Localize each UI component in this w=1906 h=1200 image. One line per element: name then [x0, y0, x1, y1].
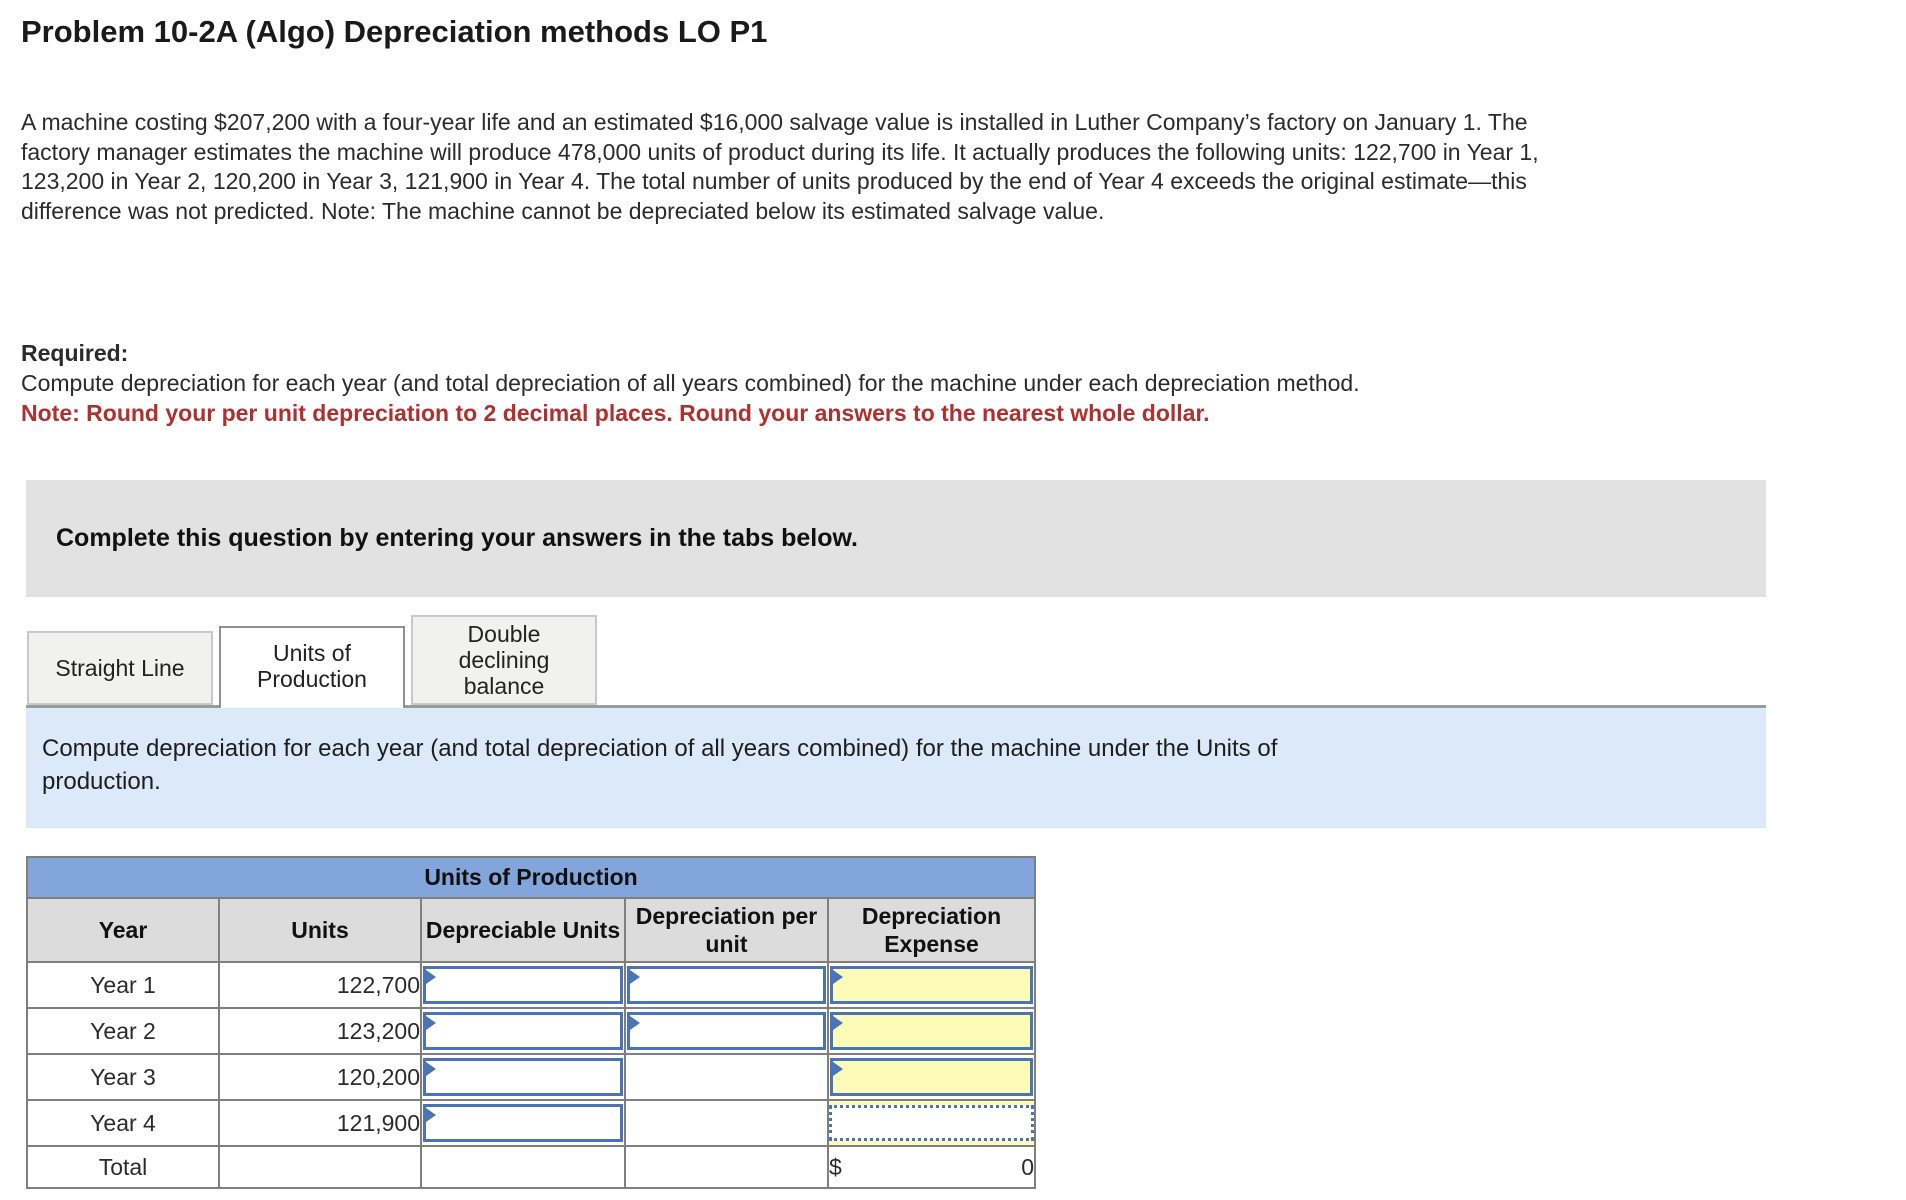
tab-straight-line[interactable]: Straight Line: [27, 631, 213, 705]
cell-flag-icon: [833, 970, 843, 984]
table-row-year-4: Year 4 121,900: [26, 1099, 1036, 1147]
col-header-depreciation-expense: Depreciation Expense: [827, 897, 1036, 963]
page-title: Problem 10-2A (Algo) Depreciation method…: [21, 14, 768, 49]
depreciable-units-input-year-4[interactable]: [423, 1104, 623, 1142]
cell-flag-icon: [833, 1062, 843, 1076]
depreciation-expense-input-year-1[interactable]: [830, 966, 1033, 1004]
cell-flag-icon: [426, 1108, 436, 1122]
table-title: Units of Production: [26, 856, 1036, 899]
tab-strip: Straight Line Units of Production Double…: [26, 615, 1766, 708]
table-title-row: Units of Production: [26, 856, 1036, 899]
depreciable-units-input-year-2[interactable]: [423, 1012, 623, 1050]
col-header-units: Units: [218, 897, 422, 963]
units-cell: 121,900: [218, 1099, 422, 1147]
depreciable-units-input-year-1[interactable]: [423, 966, 623, 1004]
problem-statement: A machine costing $207,200 with a four-y…: [21, 109, 1539, 224]
depreciation-per-unit-cell-year-3: [624, 1053, 829, 1101]
depreciation-expense-input-year-4[interactable]: [829, 1105, 1034, 1141]
depreciation-per-unit-input-year-1[interactable]: [627, 966, 826, 1004]
depreciable-units-input-year-3[interactable]: [423, 1058, 623, 1096]
units-of-production-table: Units of Production Year Units Depreciab…: [26, 856, 1036, 1189]
cell-flag-icon: [630, 970, 640, 984]
problem-page: Problem 10-2A (Algo) Depreciation method…: [21, 14, 1906, 1200]
instruction-banner: Complete this question by entering your …: [26, 480, 1766, 597]
tab-instruction-text: Compute depreciation for each year (and …: [42, 735, 1278, 795]
depreciation-per-unit-total-cell: [624, 1145, 829, 1189]
units-total-cell: [218, 1145, 422, 1189]
col-header-depreciable-units: Depreciable Units: [420, 897, 626, 963]
cell-flag-icon: [426, 970, 436, 984]
required-section: Required: Compute depreciation for each …: [21, 338, 1906, 428]
cell-flag-icon: [426, 1016, 436, 1030]
depreciation-expense-input-year-2[interactable]: [830, 1012, 1033, 1050]
required-label: Required:: [21, 340, 129, 366]
year-cell: Year 1: [26, 961, 220, 1009]
rounding-note: Note: Round your per unit depreciation t…: [21, 400, 1210, 426]
tab-units-of-production[interactable]: Units of Production: [219, 626, 405, 708]
cell-flag-icon: [630, 1016, 640, 1030]
year-cell: Year 4: [26, 1099, 220, 1147]
tab-double-declining-balance[interactable]: Double declining balance: [411, 615, 597, 705]
year-cell: Year 3: [26, 1053, 220, 1101]
units-cell: 123,200: [218, 1007, 422, 1055]
cell-flag-icon: [426, 1062, 436, 1076]
year-cell: Year 2: [26, 1007, 220, 1055]
depreciation-per-unit-input-year-2[interactable]: [627, 1012, 826, 1050]
table-header-row: Year Units Depreciable Units Depreciatio…: [26, 897, 1036, 963]
required-text: Compute depreciation for each year (and …: [21, 370, 1360, 396]
tab-instruction-box: Compute depreciation for each year (and …: [26, 708, 1766, 828]
col-header-depreciation-per-unit: Depreciation per unit: [624, 897, 829, 963]
table-row-total: Total $ 0: [26, 1145, 1036, 1189]
cell-flag-icon: [833, 1016, 843, 1030]
col-header-year: Year: [26, 897, 220, 963]
table-row-year-3: Year 3 120,200: [26, 1053, 1036, 1101]
depreciable-units-total-cell: [420, 1145, 626, 1189]
currency-symbol: $: [829, 1154, 842, 1180]
depreciation-per-unit-cell-year-4: [624, 1099, 829, 1147]
depreciation-expense-input-year-3[interactable]: [830, 1058, 1033, 1096]
units-cell: 122,700: [218, 961, 422, 1009]
depreciation-expense-total-cell: $ 0: [827, 1145, 1036, 1189]
total-expense-value: 0: [1021, 1154, 1034, 1180]
units-cell: 120,200: [218, 1053, 422, 1101]
table-row-year-1: Year 1 122,700: [26, 961, 1036, 1009]
total-label-cell: Total: [26, 1145, 220, 1189]
table-row-year-2: Year 2 123,200: [26, 1007, 1036, 1055]
